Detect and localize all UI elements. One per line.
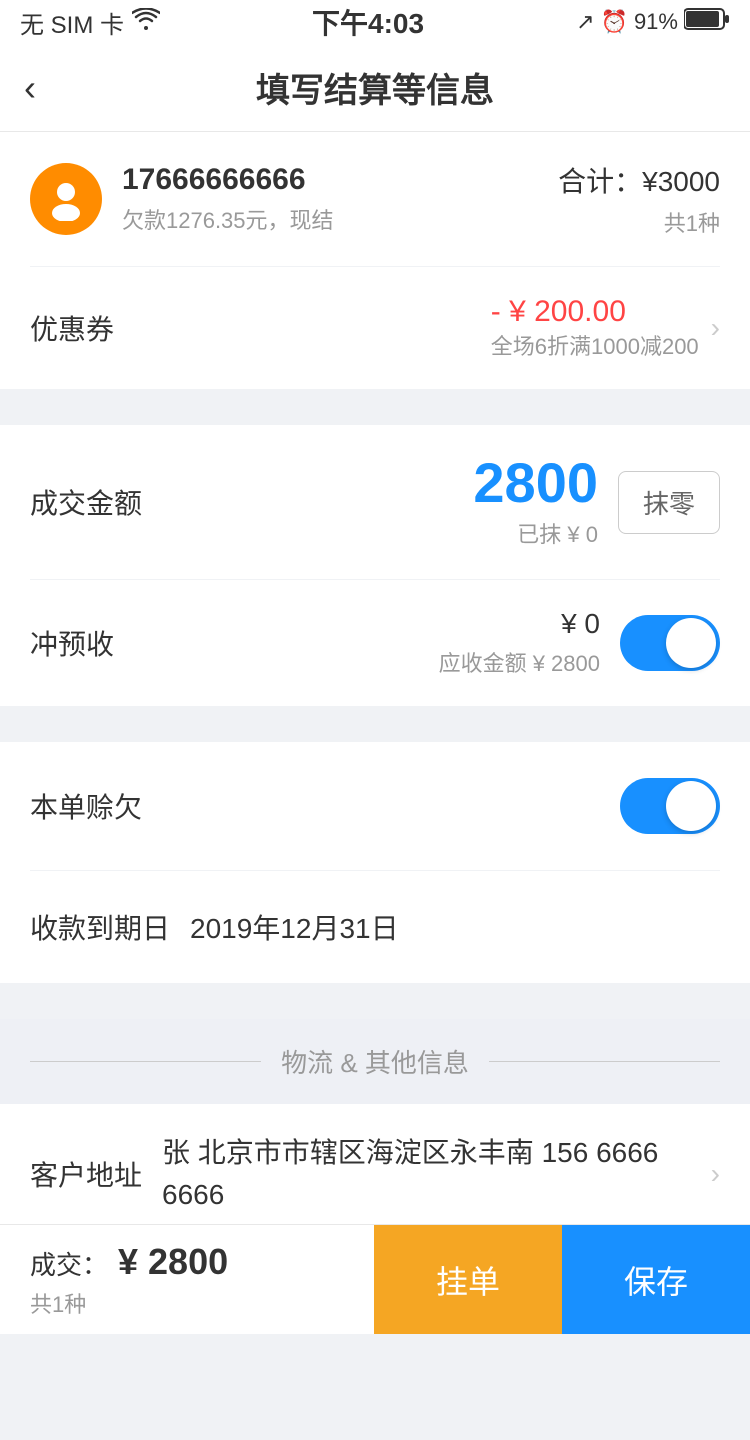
coupon-arrow-icon: › xyxy=(711,312,720,344)
status-right: ↗ ⏰ 91% xyxy=(576,7,730,37)
wifi-icon xyxy=(132,8,160,37)
section-gap-2 xyxy=(0,722,750,742)
customer-info: 17666666666 欠款1276.35元，现结 xyxy=(122,163,334,235)
prepay-toggle[interactable] xyxy=(620,615,720,671)
customer-card: 17666666666 欠款1276.35元，现结 合计：¥3000 共1种 优… xyxy=(0,132,750,389)
bottom-summary: 成交： ¥ 2800 共1种 xyxy=(0,1225,374,1334)
page-title: 填写结算等信息 xyxy=(256,63,494,112)
total-count: 共1种 xyxy=(558,206,720,238)
credit-toggle-thumb xyxy=(666,781,716,831)
prepay-row: 冲预收 ¥ 0 应收金额 ¥ 2800 xyxy=(0,580,750,706)
customer-row: 17666666666 欠款1276.35元，现结 合计：¥3000 共1种 xyxy=(0,132,750,266)
credit-card: 本单赊欠 收款到期日 2019年12月31日 xyxy=(0,742,750,983)
status-left: 无 SIM 卡 xyxy=(20,5,160,40)
customer-sub: 欠款1276.35元，现结 xyxy=(122,203,334,235)
prepay-label: 冲预收 xyxy=(30,623,114,663)
total-amount: 合计：¥3000 xyxy=(558,160,720,200)
battery-icon xyxy=(684,7,730,37)
section-gap-3 xyxy=(0,999,750,1019)
credit-toggle[interactable] xyxy=(620,778,720,834)
prepay-value: ¥ 0 xyxy=(439,608,600,640)
logistics-header: 物流 & 其他信息 xyxy=(0,1019,750,1104)
save-button[interactable]: 保存 xyxy=(562,1225,750,1334)
back-button[interactable]: ‹ xyxy=(24,67,36,109)
customer-left: 17666666666 欠款1276.35元，现结 xyxy=(30,163,334,235)
coupon-row[interactable]: 优惠券 - ¥ 200.00 全场6折满1000减200 › xyxy=(0,267,750,389)
address-row[interactable]: 客户地址 张 北京市市辖区海淀区永丰南 156 6666 6666 › xyxy=(0,1104,750,1244)
customer-phone: 17666666666 xyxy=(122,163,334,197)
deal-amount-label: 成交金额 xyxy=(30,482,142,522)
customer-right: 合计：¥3000 共1种 xyxy=(558,160,720,238)
deal-amount-card: 成交金额 2800 已抹 ¥ 0 抹零 冲预收 ¥ 0 应收金额 ¥ 2800 xyxy=(0,425,750,706)
coupon-right: - ¥ 200.00 全场6折满1000减200 › xyxy=(491,295,720,361)
summary-count: 共1种 xyxy=(30,1287,344,1319)
address-arrow-icon: › xyxy=(711,1158,720,1190)
nav-bar: ‹ 填写结算等信息 xyxy=(0,44,750,132)
duedate-value: 2019年12月31日 xyxy=(190,907,399,947)
avatar xyxy=(30,163,102,235)
deal-amount-sub: 已抹 ¥ 0 xyxy=(473,517,598,549)
logistics-line-left xyxy=(30,1061,261,1062)
location-icon: ↗ xyxy=(576,9,594,35)
amount-right: 2800 已抹 ¥ 0 抹零 xyxy=(473,455,720,549)
address-content: 张 北京市市辖区海淀区永丰南 156 6666 6666 xyxy=(162,1132,691,1216)
logistics-title: 物流 & 其他信息 xyxy=(261,1043,489,1080)
hold-button[interactable]: 挂单 xyxy=(374,1225,562,1334)
carrier-text: 无 SIM 卡 xyxy=(20,5,124,40)
duedate-label: 收款到期日 xyxy=(30,907,170,947)
prepay-sub: 应收金额 ¥ 2800 xyxy=(439,646,600,678)
bottom-bar: 成交： ¥ 2800 共1种 挂单 保存 xyxy=(0,1224,750,1334)
prepay-info: ¥ 0 应收金额 ¥ 2800 xyxy=(439,608,600,678)
coupon-label: 优惠券 xyxy=(30,308,114,348)
credit-row: 本单赊欠 xyxy=(0,742,750,870)
deal-amount-value: 2800 xyxy=(473,455,598,511)
section-gap-1 xyxy=(0,405,750,425)
alarm-icon: ⏰ xyxy=(601,9,628,35)
prepay-right: ¥ 0 应收金额 ¥ 2800 xyxy=(439,608,720,678)
address-label: 客户地址 xyxy=(30,1154,142,1194)
credit-label: 本单赊欠 xyxy=(30,786,142,826)
summary-amount: ¥ 2800 xyxy=(118,1241,228,1283)
status-bar: 无 SIM 卡 下午4:03 ↗ ⏰ 91% xyxy=(0,0,750,44)
duedate-row: 收款到期日 2019年12月31日 xyxy=(0,871,750,983)
status-time: 下午4:03 xyxy=(312,2,424,42)
amount-row: 成交金额 2800 已抹 ¥ 0 抹零 xyxy=(0,425,750,579)
toggle-thumb xyxy=(666,618,716,668)
logistics-line-right xyxy=(489,1061,720,1062)
round-button[interactable]: 抹零 xyxy=(618,471,720,534)
coupon-discount: - ¥ 200.00 xyxy=(491,295,699,329)
address-card: 客户地址 张 北京市市辖区海淀区永丰南 156 6666 6666 › xyxy=(0,1104,750,1244)
bottom-summary-top: 成交： ¥ 2800 xyxy=(30,1241,344,1283)
battery-text: 91% xyxy=(634,9,678,35)
coupon-desc: 全场6折满1000减200 xyxy=(491,329,699,361)
summary-label: 成交： xyxy=(30,1245,108,1282)
